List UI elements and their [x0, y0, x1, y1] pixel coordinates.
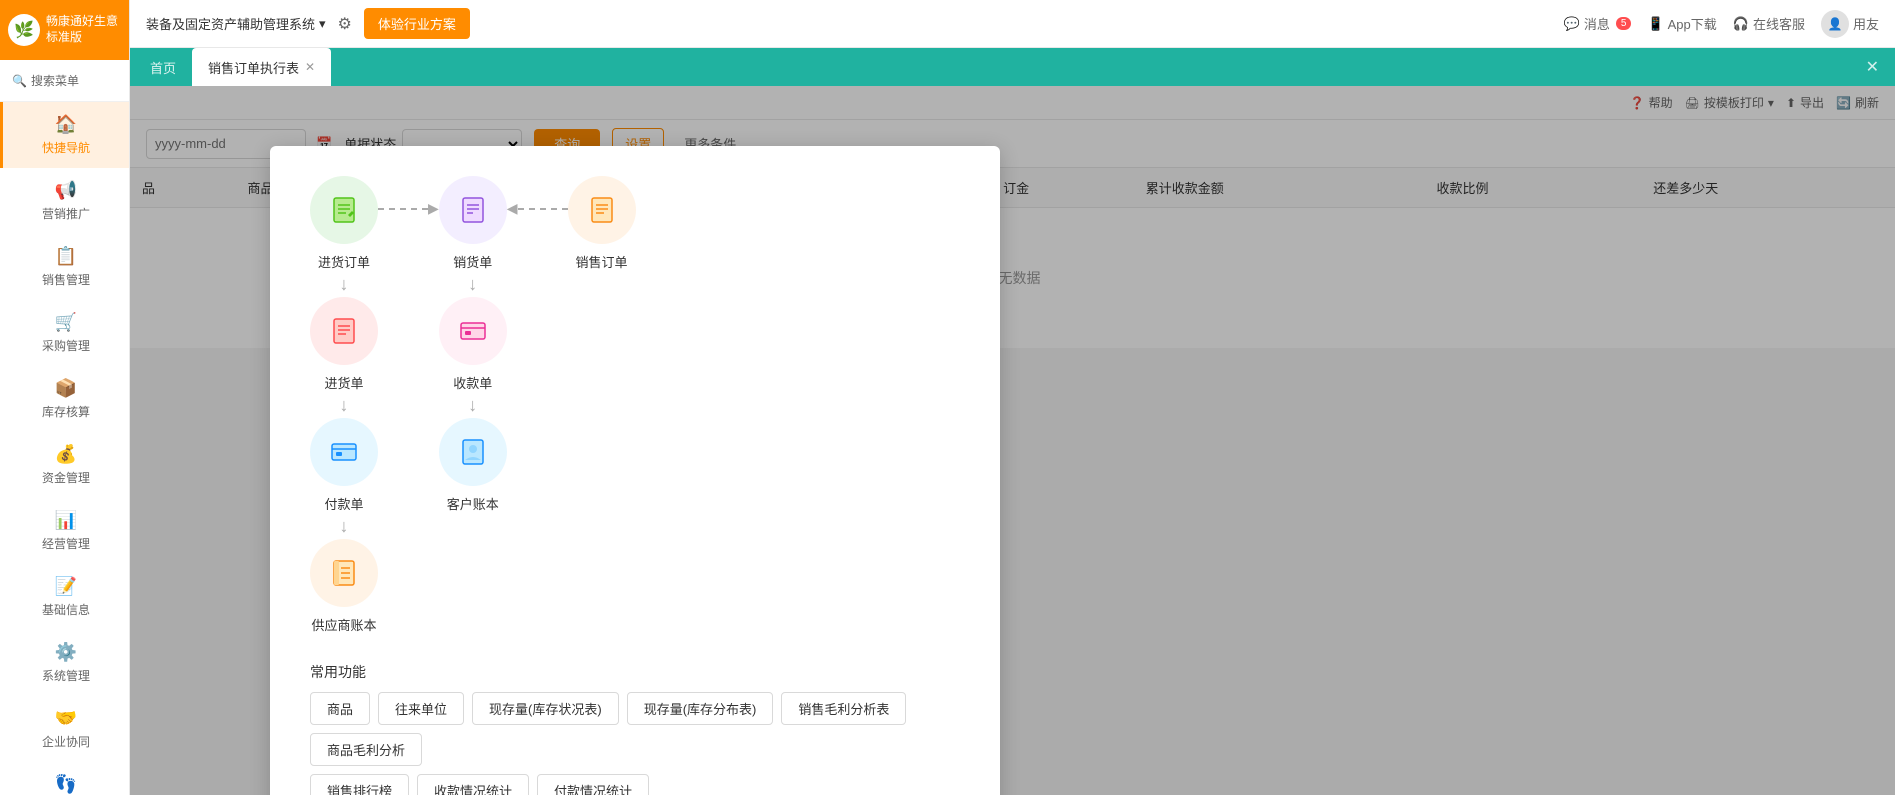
- sidebar-item-inventory[interactable]: 📦 库存核算: [0, 366, 129, 432]
- headset-icon: 🎧: [1733, 16, 1749, 32]
- func-btn-payment-stats[interactable]: 付款情况统计: [537, 774, 649, 795]
- dropdown-arrow-icon: ▾: [319, 16, 326, 32]
- search-icon: 🔍: [12, 74, 27, 88]
- sidebar-logo: 🌿 畅康通好生意 标准版: [0, 0, 129, 60]
- avatar: 👤: [1821, 10, 1849, 38]
- sidebar-search[interactable]: 🔍 搜索菜单: [0, 60, 129, 102]
- tab-home[interactable]: 首页: [134, 48, 192, 86]
- header-actions: 💬 消息 5 📱 App下载 🎧 在线客服 👤 用友: [1564, 10, 1879, 38]
- enterprise-icon: 🤝: [55, 708, 77, 729]
- sidebar-item-basic-info[interactable]: 📝 基础信息: [0, 564, 129, 630]
- logo-text: 畅康通好生意 标准版: [46, 14, 118, 45]
- purchase-bill-icon: [310, 297, 378, 365]
- main-area: 装备及固定资产辅助管理系统 ▾ ⚙ 体验行业方案 💬 消息 5 📱 App下载 …: [130, 0, 1895, 795]
- flow-payment-bill[interactable]: 付款单: [310, 418, 378, 513]
- func-btn-partner[interactable]: 往来单位: [378, 692, 464, 725]
- home-icon: 🏠: [55, 114, 77, 135]
- payment-bill-icon: [310, 418, 378, 486]
- tab-bar: 首页 销售订单执行表 ✕ ✕: [130, 48, 1895, 86]
- flow-sales-bill[interactable]: 销货单: [439, 176, 507, 271]
- function-buttons-row1: 商品 往来单位 现存量(库存状况表) 现存量(库存分布表) 销售毛利分析表 商品…: [310, 692, 960, 766]
- function-buttons-row2: 销售排行榜 收款情况统计 付款情况统计: [310, 774, 960, 795]
- sidebar-item-quick-nav[interactable]: 🏠 快捷导航: [0, 102, 129, 168]
- search-menu-button[interactable]: 🔍 搜索菜单: [8, 68, 121, 93]
- func-btn-receipt-stats[interactable]: 收款情况统计: [417, 774, 529, 795]
- logo-icon: 🌿: [8, 14, 40, 46]
- sidebar: 🌿 畅康通好生意 标准版 🔍 搜索菜单 🏠 快捷导航 📢 营销推广 📋: [0, 0, 130, 795]
- func-btn-stock-status[interactable]: 现存量(库存状况表): [472, 692, 619, 725]
- sidebar-item-purchase[interactable]: 🛒 采购管理: [0, 300, 129, 366]
- online-service-action[interactable]: 🎧 在线客服: [1733, 14, 1805, 33]
- inventory-icon: 📦: [55, 378, 77, 399]
- supplier-ledger-icon: [310, 539, 378, 607]
- app-icon: 📱: [1647, 16, 1663, 32]
- flow-sales-order[interactable]: 销售订单: [568, 176, 636, 271]
- func-btn-product-profit[interactable]: 商品毛利分析: [310, 733, 422, 766]
- purchase-order-icon: [310, 176, 378, 244]
- flow-supplier-ledger[interactable]: 供应商账本: [310, 539, 378, 634]
- tab-bar-close-btn[interactable]: ✕: [1854, 57, 1891, 77]
- sales-bill-icon: [439, 176, 507, 244]
- flow-purchase-bill[interactable]: 进货单: [310, 297, 378, 392]
- flow-purchase-order[interactable]: 进货订单: [310, 176, 378, 271]
- header: 装备及固定资产辅助管理系统 ▾ ⚙ 体验行业方案 💬 消息 5 📱 App下载 …: [130, 0, 1895, 48]
- message-icon: 💬: [1564, 16, 1580, 32]
- quick-nav-modal: 进货订单 ↓: [270, 146, 1000, 795]
- app-download-action[interactable]: 📱 App下载: [1647, 14, 1716, 33]
- message-badge: 5: [1616, 17, 1632, 30]
- arrow-down-3: ↓: [340, 517, 349, 535]
- sidebar-navigation: 🏠 快捷导航 📢 营销推广 📋 销售管理 🛒 采购管理 📦 库存核算 💰: [0, 102, 129, 795]
- marketing-icon: 📢: [55, 180, 77, 201]
- system-icon: ⚙️: [55, 642, 77, 663]
- flow-receipt-bill[interactable]: 收款单: [439, 297, 507, 392]
- customer-ledger-icon: [439, 418, 507, 486]
- sidebar-item-newbie[interactable]: 👣 新手引导: [0, 762, 129, 795]
- func-btn-sales-rank[interactable]: 销售排行榜: [310, 774, 409, 795]
- sidebar-item-system[interactable]: ⚙️ 系统管理: [0, 630, 129, 696]
- arrow-down-5: ↓: [468, 396, 477, 414]
- message-action[interactable]: 💬 消息 5: [1564, 14, 1632, 33]
- newbie-icon: 👣: [55, 774, 77, 795]
- sidebar-item-enterprise[interactable]: 🤝 企业协同: [0, 696, 129, 762]
- tab-close-icon[interactable]: ✕: [305, 60, 315, 74]
- receipt-bill-icon: [439, 297, 507, 365]
- sidebar-item-sales[interactable]: 📋 销售管理: [0, 234, 129, 300]
- basic-info-icon: 📝: [55, 576, 77, 597]
- sidebar-item-finance[interactable]: 💰 资金管理: [0, 432, 129, 498]
- system-title: 装备及固定资产辅助管理系统: [146, 14, 315, 33]
- func-btn-product[interactable]: 商品: [310, 692, 370, 725]
- func-btn-stock-dist[interactable]: 现存量(库存分布表): [627, 692, 774, 725]
- operations-icon: 📊: [55, 510, 77, 531]
- flow-customer-ledger[interactable]: 客户账本: [439, 418, 507, 513]
- settings-icon[interactable]: ⚙: [338, 14, 352, 34]
- arrow-down-1: ↓: [340, 275, 349, 293]
- common-functions-title: 常用功能: [310, 662, 960, 682]
- user-profile[interactable]: 👤 用友: [1821, 10, 1879, 38]
- sales-icon: 📋: [55, 246, 77, 267]
- arrow-down-2: ↓: [340, 396, 349, 414]
- system-title-dropdown[interactable]: 装备及固定资产辅助管理系统 ▾: [146, 14, 326, 33]
- sidebar-item-operations[interactable]: 📊 经营管理: [0, 498, 129, 564]
- tab-sales-order-exec[interactable]: 销售订单执行表 ✕: [192, 48, 331, 86]
- sales-order-icon: [568, 176, 636, 244]
- sidebar-item-marketing[interactable]: 📢 营销推广: [0, 168, 129, 234]
- arrow-down-4: ↓: [468, 275, 477, 293]
- experience-btn[interactable]: 体验行业方案: [364, 8, 470, 39]
- finance-icon: 💰: [55, 444, 77, 465]
- content-area: ❓ 帮助 🖨 按模板打印 ▾ ⬆ 导出 🔄 刷新: [130, 86, 1895, 795]
- func-btn-sales-profit[interactable]: 销售毛利分析表: [781, 692, 906, 725]
- common-functions: 常用功能 商品 往来单位 现存量(库存状况表) 现存量(库存分布表) 销售毛利分…: [310, 662, 960, 795]
- purchase-icon: 🛒: [55, 312, 77, 333]
